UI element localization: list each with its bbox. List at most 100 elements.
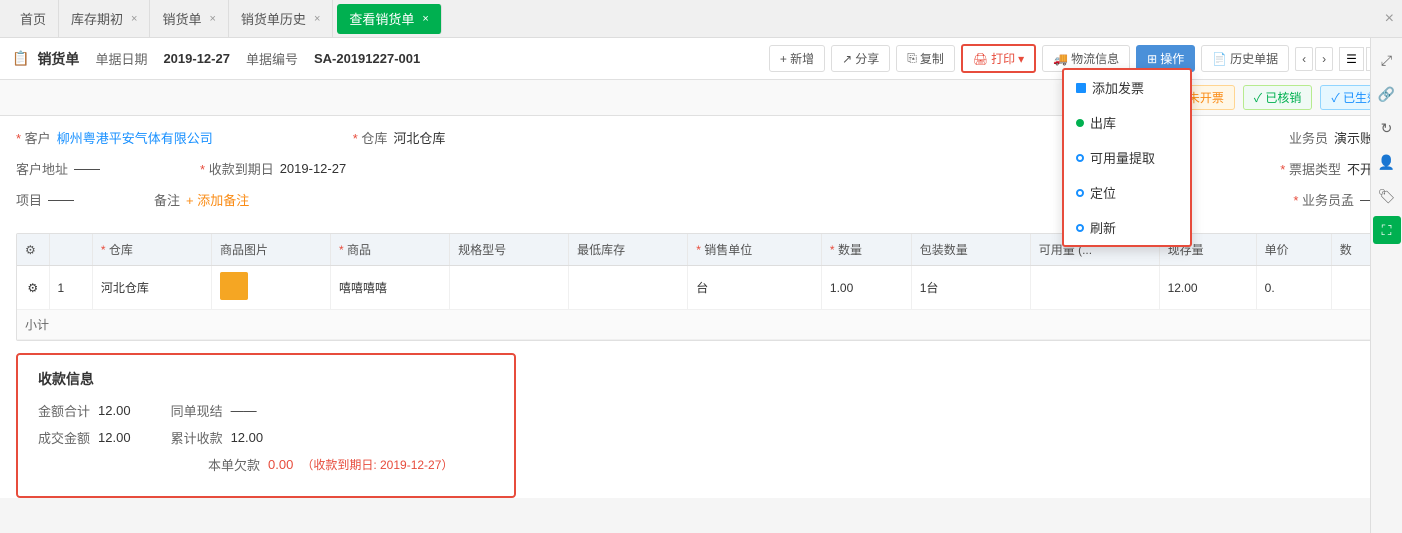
row-unit: 台 <box>688 266 822 310</box>
print-dropdown-arrow: ▾ <box>1018 52 1024 66</box>
sidebar-user-icon[interactable]: 👤 <box>1373 148 1401 176</box>
th-unit: 销售单位 <box>688 234 822 266</box>
doc-title: 销货单 <box>37 49 79 69</box>
operate-label: 操作 <box>1160 50 1184 67</box>
sidebar-expand-icon[interactable]: ⤢ <box>1373 46 1401 74</box>
tab-inventory-init[interactable]: 库存期初 × <box>59 0 150 38</box>
operate-icon: ⊞ <box>1147 52 1157 66</box>
table-row: ⚙ 1 河北仓库 嘻嘻嘻嘻 台 1.00 1台 12.00 0. <box>17 266 1385 310</box>
tab-view-sales-close[interactable]: × <box>422 13 428 25</box>
cash-label: 同单现结 <box>171 401 223 420</box>
warehouse-label: 仓库 <box>353 128 388 147</box>
sidebar-link-icon[interactable]: 🔗 <box>1373 80 1401 108</box>
row-gear[interactable]: ⚙ <box>17 266 49 310</box>
refresh-label: 刷新 <box>1090 218 1116 237</box>
note-label: 备注 <box>154 190 180 209</box>
customer-label: 客户 <box>16 128 51 147</box>
prev-button[interactable]: ‹ <box>1295 47 1313 71</box>
print-icon: 🖨 <box>973 52 988 66</box>
history-label: 历史单据 <box>1230 50 1278 67</box>
tab-history-close[interactable]: × <box>314 13 320 25</box>
customer-value[interactable]: 柳州粤港平安气体有限公司 <box>57 128 213 147</box>
row-available <box>1030 266 1159 310</box>
tab-inventory-close[interactable]: × <box>131 13 137 25</box>
sidebar-fullscreen-icon[interactable]: ⛶ <box>1373 216 1401 244</box>
date-label: 单据日期 <box>95 49 147 68</box>
th-spec: 规格型号 <box>450 234 569 266</box>
tab-sales-label: 销货单 <box>162 9 201 28</box>
available-qty-label: 可用量提取 <box>1090 148 1155 167</box>
add-invoice-label: 添加发票 <box>1092 78 1144 97</box>
next-button[interactable]: › <box>1315 47 1333 71</box>
outbound-label: 出库 <box>1090 113 1116 132</box>
row-spec <box>450 266 569 310</box>
note-field: 备注 添加备注 <box>154 190 249 209</box>
doc-icon: 📋 <box>12 50 29 67</box>
total-amount-label: 金额合计 <box>38 401 90 420</box>
outbound-icon <box>1076 119 1084 127</box>
sidebar-rotate-icon[interactable]: ↻ <box>1373 114 1401 142</box>
th-product-img: 商品图片 <box>211 234 330 266</box>
add-invoice-item[interactable]: 添加发票 <box>1064 70 1190 105</box>
add-invoice-icon <box>1076 83 1086 93</box>
tab-sales-history[interactable]: 销货单历史 × <box>229 0 333 38</box>
th-pack-qty: 包装数量 <box>911 234 1030 266</box>
cash-on-delivery-item: 同单现结 —— <box>171 401 257 420</box>
sidebar-tag-icon[interactable]: 🏷 <box>1373 182 1401 210</box>
tab-sales-close[interactable]: × <box>209 13 215 25</box>
operations-dropdown: 添加发票 出库 可用量提取 定位 刷新 <box>1062 68 1192 247</box>
locate-icon <box>1076 189 1084 197</box>
list-view-button[interactable]: ☰ <box>1339 47 1364 71</box>
project-field: 项目 —— <box>16 190 74 209</box>
warehouse-field: 仓库 河北仓库 <box>353 128 446 147</box>
tab-home[interactable]: 首页 <box>8 0 59 38</box>
balance-due-item: 本单欠款 0.00 （收款到期日: 2019-12-27） <box>208 455 453 474</box>
th-min-stock: 最低库存 <box>569 234 688 266</box>
doc-meta: 单据日期 2019-12-27 单据编号 SA-20191227-001 <box>95 49 420 68</box>
refresh-icon <box>1076 224 1084 232</box>
history-button[interactable]: 📄 历史单据 <box>1201 45 1289 72</box>
copy-label: 复制 <box>920 50 944 67</box>
product-thumbnail <box>220 272 248 300</box>
payment-due-value: 2019-12-27 <box>280 161 347 176</box>
employee-label: 业务员 <box>1289 128 1328 147</box>
address-value: —— <box>74 161 100 176</box>
balance-value: 0.00 <box>268 457 293 472</box>
summary-title: 收款信息 <box>38 369 494 389</box>
balance-note: （收款到期日: 2019-12-27） <box>301 456 453 473</box>
row-product: 嘻嘻嘻嘻 <box>331 266 450 310</box>
summary-row-3: 本单欠款 0.00 （收款到期日: 2019-12-27） <box>38 455 494 474</box>
tab-view-sales[interactable]: 查看销货单 × <box>337 4 441 34</box>
tab-history-label: 销货单历史 <box>241 9 306 28</box>
available-qty-icon <box>1076 154 1084 162</box>
share-button[interactable]: ↗ 分享 <box>831 45 890 72</box>
available-qty-item[interactable]: 可用量提取 <box>1064 140 1190 175</box>
row-no: 1 <box>49 266 92 310</box>
cumulative-payment-item: 累计收款 12.00 <box>171 428 264 447</box>
close-window-button[interactable]: × <box>1385 10 1394 28</box>
history-icon: 📄 <box>1212 52 1227 66</box>
copy-button[interactable]: ⎘ 复制 <box>896 45 955 72</box>
outbound-item[interactable]: 出库 <box>1064 105 1190 140</box>
th-warehouse: 仓库 <box>92 234 211 266</box>
new-button[interactable]: + 新增 <box>769 45 825 72</box>
locate-item[interactable]: 定位 <box>1064 175 1190 210</box>
number-label: 单据编号 <box>246 49 298 68</box>
refresh-item[interactable]: 刷新 <box>1064 210 1190 245</box>
print-button[interactable]: 🖨 打印 ▾ <box>961 44 1036 73</box>
tab-sales-order[interactable]: 销货单 × <box>150 0 228 38</box>
products-table: ⚙ 仓库 商品图片 商品 规格型号 最低库存 销售单位 数量 包装数量 可用量 … <box>17 234 1385 340</box>
th-seq <box>49 234 92 266</box>
payment-due-label: 收款到期日 <box>200 159 274 178</box>
add-note-button[interactable]: 添加备注 <box>186 190 249 209</box>
subtotal-label: 小计 <box>17 310 1385 340</box>
warehouse-value: 河北仓库 <box>393 128 445 147</box>
total-amount-value: 12.00 <box>98 403 131 418</box>
payment-due-field: 收款到期日 2019-12-27 <box>200 159 346 178</box>
deal-amount-label: 成交金额 <box>38 428 90 447</box>
address-field: 客户地址 —— <box>16 159 100 178</box>
check-badge[interactable]: ✓ 已核销 <box>1243 85 1313 110</box>
deal-amount-item: 成交金额 12.00 <box>38 428 131 447</box>
nav-arrows: ‹ › <box>1295 47 1333 71</box>
cumulative-label: 累计收款 <box>171 428 223 447</box>
